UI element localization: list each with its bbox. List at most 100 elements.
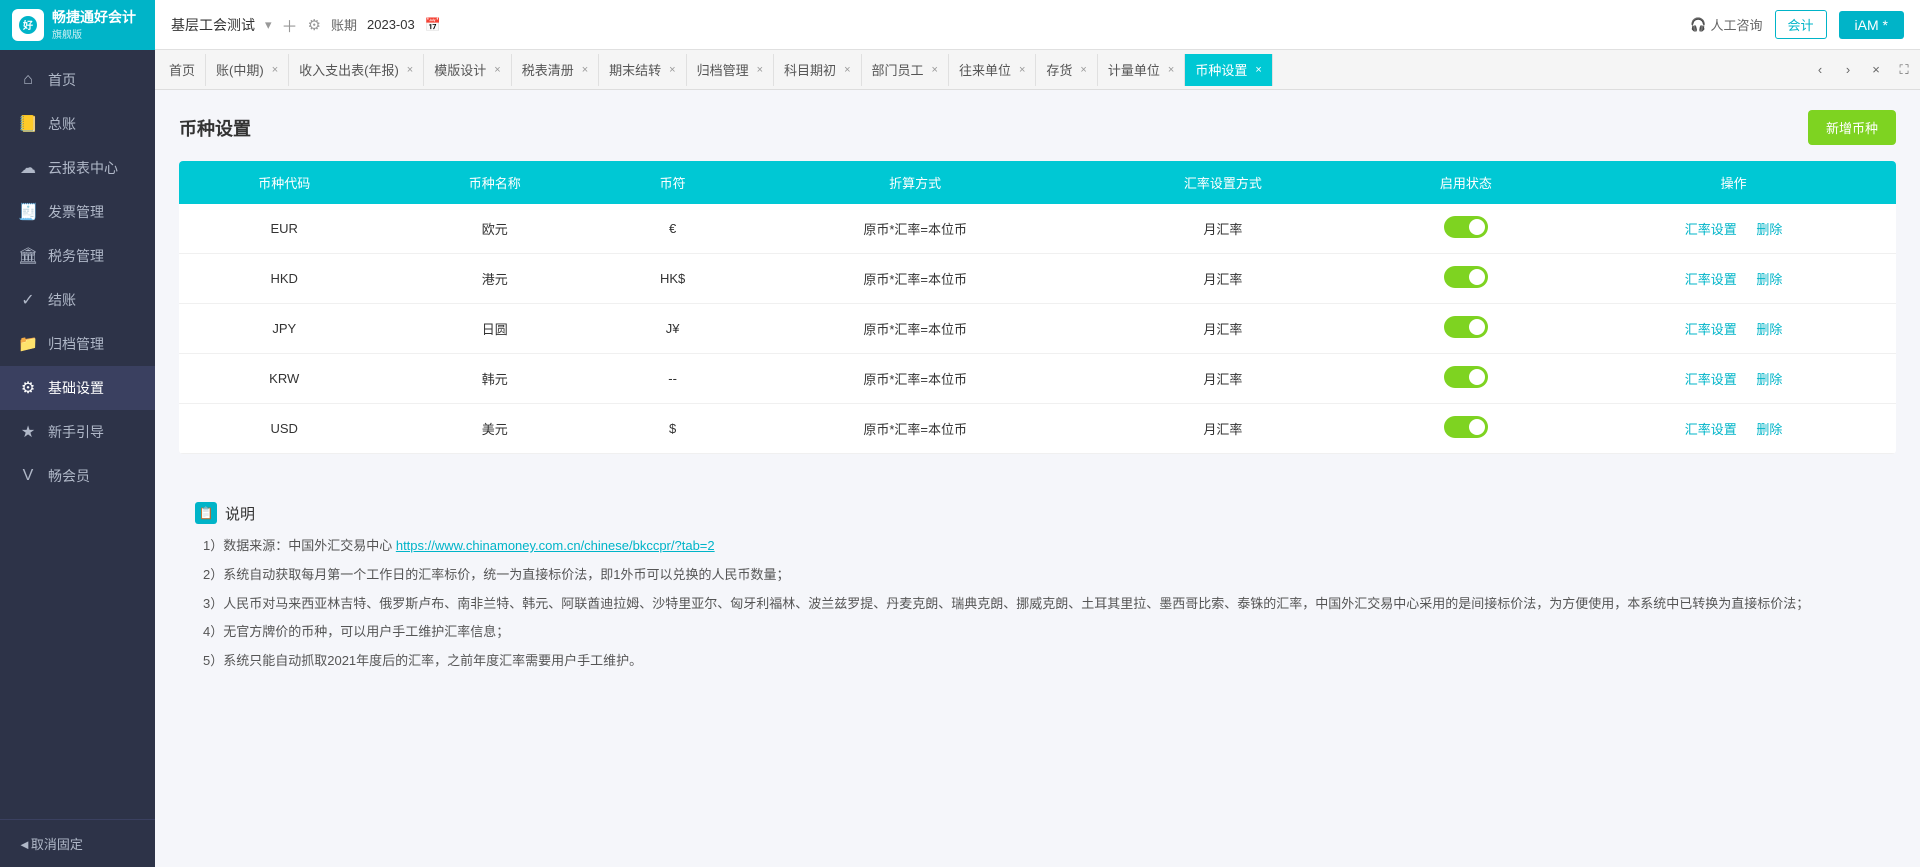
headset-icon: 🎧	[1690, 17, 1706, 33]
tab-unit[interactable]: 计量单位 ×	[1098, 54, 1185, 86]
app-sub: 旗舰版	[52, 26, 136, 41]
sidebar-item-label: 基础设置	[48, 378, 104, 398]
account-button[interactable]: 会计	[1775, 10, 1827, 39]
rate-settings-link[interactable]: 汇率设置	[1685, 272, 1737, 287]
sidebar-item-reports[interactable]: ☁ 云报表中心	[0, 146, 155, 190]
app-name: 畅捷通好会计	[52, 9, 136, 26]
cell-calc: 原币*汇率=本位币	[745, 354, 1085, 404]
notes-external-link[interactable]: https://www.chinamoney.com.cn/chinese/bk…	[396, 538, 715, 553]
tab-close-icon[interactable]: ×	[407, 64, 413, 76]
tab-label: 期末结转	[609, 60, 661, 79]
sidebar-item-label: 新手引导	[48, 422, 104, 442]
tab-close-icon[interactable]: ×	[1255, 64, 1261, 76]
tab-close-icon[interactable]: ×	[757, 64, 763, 76]
tab-annual-report[interactable]: 收入支出表(年报) ×	[289, 54, 424, 86]
status-toggle[interactable]	[1444, 216, 1488, 238]
cell-symbol: HK$	[600, 254, 745, 304]
tab-close-icon[interactable]: ×	[932, 64, 938, 76]
settings-gear-icon[interactable]: ⚙	[308, 16, 321, 34]
notes-item: 5）系统只能自动抓取2021年度后的汇率，之前年度汇率需要用户手工维护。	[203, 651, 1880, 672]
tab-currency[interactable]: 币种设置 ×	[1185, 54, 1272, 86]
tax-icon: 🏛	[18, 246, 38, 266]
status-toggle[interactable]	[1444, 366, 1488, 388]
tab-expand-icon[interactable]: ⛶	[1892, 58, 1916, 82]
calendar-icon[interactable]: 📅	[425, 17, 441, 33]
tab-next-icon[interactable]: ›	[1836, 58, 1860, 82]
sidebar-item-label: 归档管理	[48, 334, 104, 354]
delete-link[interactable]: 删除	[1756, 322, 1782, 337]
rate-settings-link[interactable]: 汇率设置	[1685, 372, 1737, 387]
tab-close-icon[interactable]: ×	[1168, 64, 1174, 76]
rate-settings-link[interactable]: 汇率设置	[1685, 422, 1737, 437]
topbar: 基层工会测试 ▾ ＋ ⚙ 账期 2023-03 📅 🎧 人工咨询 会计 iAM …	[155, 0, 1920, 50]
tab-close-icon[interactable]: ×	[582, 64, 588, 76]
sidebar-item-checkout[interactable]: ✓ 结账	[0, 278, 155, 322]
delete-link[interactable]: 删除	[1756, 222, 1782, 237]
guide-icon: ★	[18, 422, 38, 442]
tab-template[interactable]: 模版设计 ×	[424, 54, 511, 86]
sidebar-item-home[interactable]: ⌂ 首页	[0, 58, 155, 102]
tab-close-all-icon[interactable]: ×	[1864, 58, 1888, 82]
rate-settings-link[interactable]: 汇率设置	[1685, 222, 1737, 237]
new-currency-button[interactable]: 新增币种	[1808, 110, 1896, 145]
help-button[interactable]: 🎧 人工咨询	[1690, 15, 1762, 34]
sidebar-item-invoice[interactable]: 🧾 发票管理	[0, 190, 155, 234]
tab-prev-icon[interactable]: ‹	[1808, 58, 1832, 82]
tab-close-icon[interactable]: ×	[669, 64, 675, 76]
delete-link[interactable]: 删除	[1756, 422, 1782, 437]
tab-label: 往来单位	[959, 60, 1011, 79]
iam-badge[interactable]: iAM *	[1839, 11, 1904, 39]
sidebar-item-tax[interactable]: 🏛 税务管理	[0, 234, 155, 278]
tab-label: 首页	[169, 60, 195, 79]
cell-calc: 原币*汇率=本位币	[745, 404, 1085, 454]
cell-rate-type: 月汇率	[1085, 354, 1361, 404]
tab-home[interactable]: 首页	[159, 54, 206, 86]
sidebar-item-label: 结账	[48, 290, 76, 310]
tab-archive[interactable]: 归档管理 ×	[687, 54, 774, 86]
tab-close-icon[interactable]: ×	[1080, 64, 1086, 76]
sidebar-item-label: 畅会员	[48, 466, 90, 486]
status-toggle[interactable]	[1444, 416, 1488, 438]
cell-symbol: J¥	[600, 304, 745, 354]
sidebar-item-label: 首页	[48, 70, 76, 90]
sidebar-nav: ⌂ 首页 📒 总账 ☁ 云报表中心 🧾 发票管理 🏛 税务管理 ✓ 结账 📁 归…	[0, 50, 155, 819]
tab-close-icon[interactable]: ×	[494, 64, 500, 76]
main-area: 基层工会测试 ▾ ＋ ⚙ 账期 2023-03 📅 🎧 人工咨询 会计 iAM …	[155, 0, 1920, 867]
tab-label: 收入支出表(年报)	[299, 60, 399, 79]
add-tab-icon[interactable]: ＋	[282, 13, 298, 37]
cell-actions: 汇率设置 删除	[1571, 304, 1896, 354]
sidebar-item-member[interactable]: V 畅会员	[0, 454, 155, 498]
cell-code: JPY	[179, 304, 389, 354]
notes-item: 2）系统自动获取每月第一个工作日的汇率标价，统一为直接标价法，即1外币可以兑换的…	[203, 565, 1880, 586]
company-dropdown-icon[interactable]: ▾	[265, 17, 272, 33]
col-rate-type: 汇率设置方式	[1085, 161, 1361, 204]
delete-link[interactable]: 删除	[1756, 372, 1782, 387]
tab-close-icon[interactable]: ×	[844, 64, 850, 76]
tab-subject-init[interactable]: 科目期初 ×	[774, 54, 861, 86]
tab-contacts[interactable]: 往来单位 ×	[949, 54, 1036, 86]
topbar-right: 🎧 人工咨询 会计 iAM *	[1690, 10, 1904, 39]
tab-close-icon[interactable]: ×	[1019, 64, 1025, 76]
sidebar-item-guide[interactable]: ★ 新手引导	[0, 410, 155, 454]
sidebar-item-archive[interactable]: 📁 归档管理	[0, 322, 155, 366]
tab-inventory[interactable]: 存货 ×	[1036, 54, 1097, 86]
delete-link[interactable]: 删除	[1756, 272, 1782, 287]
sidebar-pin-toggle[interactable]: ◄取消固定	[0, 819, 155, 867]
period-label: 账期	[331, 15, 357, 34]
sidebar-item-label: 总账	[48, 114, 76, 134]
tabbar-controls: ‹ › × ⛶	[1808, 58, 1916, 82]
rate-settings-link[interactable]: 汇率设置	[1685, 322, 1737, 337]
tab-label: 账(中期)	[216, 60, 264, 79]
col-symbol: 币符	[600, 161, 745, 204]
sidebar-item-settings[interactable]: ⚙ 基础设置	[0, 366, 155, 410]
tab-tax[interactable]: 税表清册 ×	[512, 54, 599, 86]
status-toggle[interactable]	[1444, 266, 1488, 288]
tab-ledger[interactable]: 账(中期) ×	[206, 54, 289, 86]
tab-close-icon[interactable]: ×	[272, 64, 278, 76]
tab-dept-staff[interactable]: 部门员工 ×	[862, 54, 949, 86]
table-row: KRW 韩元 -- 原币*汇率=本位币 月汇率 汇率设置 删除	[179, 354, 1896, 404]
tab-period-end[interactable]: 期末结转 ×	[599, 54, 686, 86]
cell-calc: 原币*汇率=本位币	[745, 204, 1085, 254]
sidebar-item-ledger[interactable]: 📒 总账	[0, 102, 155, 146]
status-toggle[interactable]	[1444, 316, 1488, 338]
